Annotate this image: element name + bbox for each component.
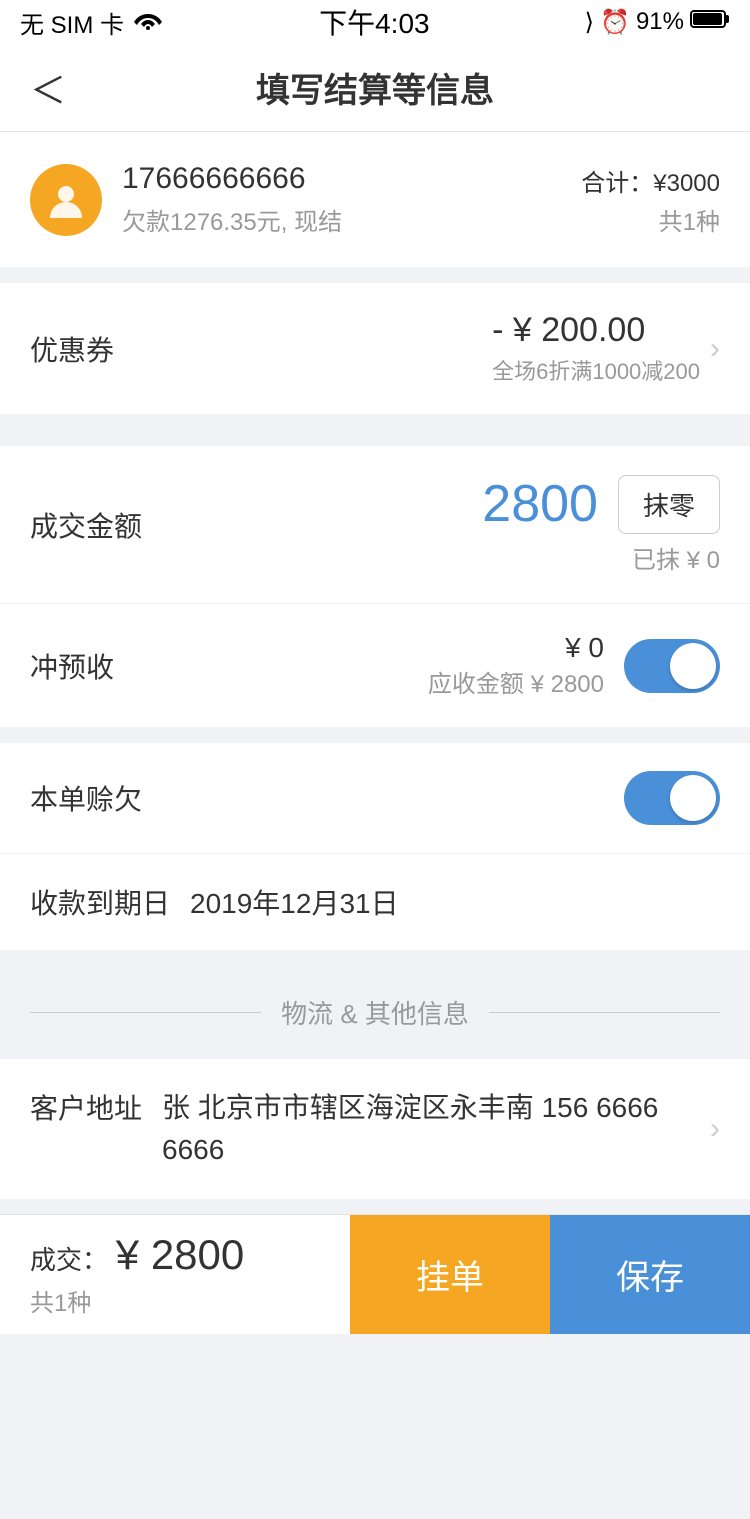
bottom-buttons: 挂单 保存 [350, 1215, 750, 1334]
save-button[interactable]: 保存 [550, 1215, 750, 1334]
status-right: ⟩ ⏰ 91% [585, 8, 730, 37]
bottom-amount: ¥ 2800 [116, 1231, 244, 1278]
coupon-discount: - ¥ 200.00 [492, 311, 700, 350]
prepay-info: ¥ 0 应收金额 ¥ 2800 [428, 632, 604, 699]
bottom-bar: 成交： ¥ 2800 共1种 挂单 保存 [0, 1214, 750, 1334]
deal-amount-value: 2800 [482, 474, 598, 534]
prepay-amount: ¥ 0 [565, 632, 604, 664]
prepay-row: 冲预收 ¥ 0 应收金额 ¥ 2800 [0, 604, 750, 727]
deal-amount-sub: 已抹 ¥ 0 [482, 540, 720, 575]
back-icon: ＜ [30, 70, 66, 111]
debt-label: 本单赊欠 [30, 778, 142, 818]
due-date-value: 2019年12月31日 [190, 882, 399, 922]
address-arrow-icon: › [710, 1112, 720, 1146]
coupon-info: - ¥ 200.00 全场6折满1000减200 [492, 311, 700, 386]
logistics-section: 物流 & 其他信息 [0, 966, 750, 1059]
location-icon: ⟩ [585, 8, 594, 37]
customer-card: 17666666666 欠款1276.35元, 现结 合计：¥3000 共1种 [0, 132, 750, 267]
deal-amount-right: 2800 抹零 已抹 ¥ 0 [482, 474, 720, 575]
bottom-left: 成交： ¥ 2800 共1种 [0, 1231, 350, 1318]
battery-icon [690, 8, 730, 36]
coupon-description: 全场6折满1000减200 [492, 354, 700, 386]
coupon-label: 优惠券 [30, 329, 114, 369]
bottom-deal-row: 成交： ¥ 2800 [30, 1231, 320, 1279]
total-count: 共1种 [581, 202, 720, 237]
coupon-right: - ¥ 200.00 全场6折满1000减200 › [492, 311, 720, 386]
customer-left: 17666666666 欠款1276.35元, 现结 [30, 162, 342, 237]
avatar [30, 164, 102, 236]
round-button[interactable]: 抹零 [618, 475, 720, 534]
alarm-icon: ⏰ [600, 8, 630, 37]
address-label: 客户地址 [30, 1087, 142, 1127]
total-value: ¥3000 [653, 170, 720, 197]
prepay-toggle[interactable] [624, 639, 720, 693]
sim-status: 无 SIM 卡 [20, 5, 124, 40]
logistics-label: 物流 & 其他信息 [281, 994, 469, 1031]
hang-button[interactable]: 挂单 [350, 1215, 550, 1334]
address-row[interactable]: 客户地址 张 北京市市辖区海淀区永丰南 156 6666 6666 › [0, 1059, 750, 1199]
bottom-count: 共1种 [30, 1283, 320, 1318]
battery-text: 91% [636, 8, 684, 36]
debt-toggle-knob [670, 775, 716, 821]
customer-right: 合计：¥3000 共1种 [581, 163, 720, 237]
customer-info: 17666666666 欠款1276.35元, 现结 [122, 162, 342, 237]
deal-amount-label: 成交金额 [30, 505, 142, 545]
customer-phone: 17666666666 [122, 162, 342, 196]
status-time: 下午4:03 [319, 2, 430, 42]
address-value: 张 北京市市辖区海淀区永丰南 156 6666 6666 [162, 1087, 700, 1171]
section-divider-1 [0, 430, 750, 446]
total-label: 合计：¥3000 [581, 163, 720, 198]
nav-bar: ＜ 填写结算等信息 [0, 44, 750, 132]
prepay-label: 冲预收 [30, 646, 114, 686]
logistics-line-left [30, 1012, 261, 1013]
customer-subtitle: 欠款1276.35元, 现结 [122, 202, 342, 237]
status-bar: 无 SIM 卡 下午4:03 ⟩ ⏰ 91% [0, 0, 750, 44]
section-gap-1 [0, 727, 750, 743]
amount-right: 2800 抹零 [482, 474, 720, 534]
debt-toggle[interactable] [624, 771, 720, 825]
deal-amount-row: 成交金额 2800 抹零 已抹 ¥ 0 [0, 446, 750, 604]
form-section-1: 成交金额 2800 抹零 已抹 ¥ 0 冲预收 ¥ 0 应收金额 ¥ 2800 [0, 446, 750, 727]
toggle-knob [670, 643, 716, 689]
prepay-right: ¥ 0 应收金额 ¥ 2800 [428, 632, 720, 699]
page-title: 填写结算等信息 [256, 63, 494, 112]
due-date-label: 收款到期日 [30, 882, 170, 922]
coupon-row[interactable]: 优惠券 - ¥ 200.00 全场6折满1000减200 › [0, 283, 750, 414]
bottom-deal-label: 成交： [30, 1245, 108, 1275]
back-button[interactable]: ＜ [30, 62, 66, 114]
wifi-icon [132, 8, 164, 37]
due-date-row: 收款到期日 2019年12月31日 [0, 854, 750, 950]
coupon-arrow-icon: › [710, 332, 720, 366]
debt-row: 本单赊欠 [0, 743, 750, 854]
logistics-line-right [489, 1012, 720, 1013]
prepay-sub: 应收金额 ¥ 2800 [428, 664, 604, 699]
status-left: 无 SIM 卡 [20, 5, 164, 40]
